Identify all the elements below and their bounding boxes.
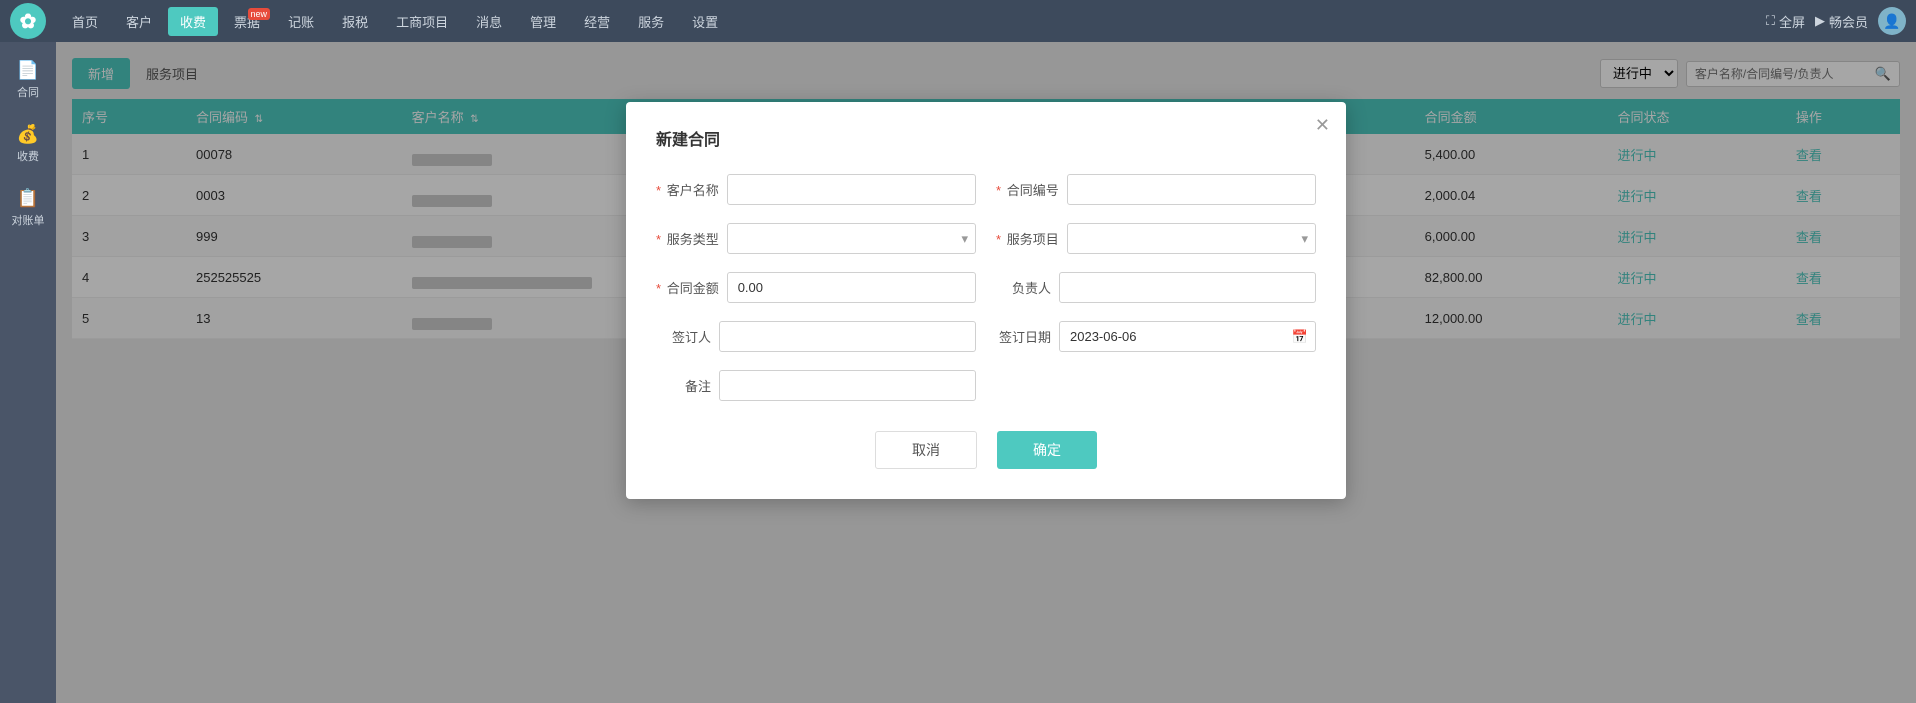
required-star-4: *: [996, 232, 1001, 247]
billing-icon: 💰: [17, 124, 39, 145]
service-item-label: * 服务项目: [996, 229, 1059, 248]
nav-operation[interactable]: 经营: [572, 7, 622, 36]
fullscreen-button[interactable]: ⛶ 全屏: [1766, 12, 1805, 31]
form-row-5: 备注: [656, 370, 1316, 401]
nav-settings[interactable]: 设置: [680, 7, 730, 36]
responsible-input[interactable]: [1059, 272, 1316, 303]
form-group-customer: * 客户名称: [656, 174, 976, 205]
form-group-signer: 签订人: [656, 321, 976, 352]
modal-footer: 取消 确定: [656, 431, 1316, 469]
confirm-button[interactable]: 确定: [997, 431, 1097, 469]
form-group-contract-no: * 合同编号: [996, 174, 1316, 205]
nav-service[interactable]: 服务: [626, 7, 676, 36]
required-star-2: *: [996, 183, 1001, 198]
nav-billing[interactable]: 收费: [168, 7, 218, 36]
service-item-select-wrapper: ▾: [1067, 223, 1316, 254]
form-group-remark: 备注: [656, 370, 976, 401]
signer-input[interactable]: [719, 321, 976, 352]
form-group-amount: * 合同金额: [656, 272, 976, 303]
content-area: 新增 服务项目 进行中 已完成 已终止 🔍 序号 合同: [56, 42, 1916, 703]
customer-label: * 客户名称: [656, 180, 719, 199]
service-type-label: * 服务类型: [656, 229, 719, 248]
member-icon: ▶: [1815, 13, 1825, 29]
modal-overlay: 新建合同 ✕ * 客户名称 * 合同编号: [56, 42, 1916, 703]
nav-manage[interactable]: 管理: [518, 7, 568, 36]
date-input-wrapper: 📅: [1059, 321, 1316, 352]
avatar[interactable]: 👤: [1878, 7, 1906, 35]
sidebar: 📄 合同 💰 收费 📋 对账单: [0, 42, 56, 703]
nav-home[interactable]: 首页: [60, 7, 110, 36]
service-type-select-wrapper: ▾: [727, 223, 976, 254]
nav-bookkeeping[interactable]: 记账: [276, 7, 326, 36]
sidebar-item-contract[interactable]: 📄 合同: [3, 52, 53, 108]
form-group-service-type: * 服务类型 ▾: [656, 223, 976, 254]
form-row-2: * 服务类型 ▾ * 服务项目: [656, 223, 1316, 254]
cancel-button[interactable]: 取消: [875, 431, 977, 469]
nav-message[interactable]: 消息: [464, 7, 514, 36]
amount-label: * 合同金额: [656, 278, 719, 297]
form-row-4: 签订人 签订日期 📅: [656, 321, 1316, 352]
nav-invoice[interactable]: 票据 new: [222, 7, 272, 36]
required-star-1: *: [656, 183, 661, 198]
statement-icon: 📋: [17, 188, 39, 209]
form-group-responsible: 负责人: [996, 272, 1316, 303]
top-nav: ✿ 首页 客户 收费 票据 new 记账 报税 工商项目 消息 管理 经营 服务…: [0, 0, 1916, 42]
contract-icon: 📄: [17, 60, 39, 81]
sidebar-item-billing[interactable]: 💰 收费: [3, 116, 53, 172]
service-type-select[interactable]: [727, 223, 976, 254]
logo[interactable]: ✿: [10, 3, 46, 39]
sign-date-input[interactable]: [1059, 321, 1316, 352]
new-badge: new: [248, 8, 271, 20]
nav-tax[interactable]: 报税: [330, 7, 380, 36]
form-group-service-item: * 服务项目 ▾: [996, 223, 1316, 254]
customer-name-input[interactable]: [727, 174, 976, 205]
signer-label: 签订人: [656, 327, 711, 346]
remark-input[interactable]: [719, 370, 976, 401]
form-row-3: * 合同金额 负责人: [656, 272, 1316, 303]
sign-date-label: 签订日期: [996, 327, 1051, 346]
fullscreen-icon: ⛶: [1766, 13, 1775, 29]
member-button[interactable]: ▶ 畅会员: [1815, 12, 1868, 31]
modal-close-button[interactable]: ✕: [1315, 116, 1330, 134]
remark-label: 备注: [656, 376, 711, 395]
amount-input[interactable]: [727, 272, 976, 303]
modal-title: 新建合同: [656, 126, 1316, 150]
form-group-sign-date: 签订日期 📅: [996, 321, 1316, 352]
top-nav-right: ⛶ 全屏 ▶ 畅会员 👤: [1766, 7, 1906, 35]
contract-no-label: * 合同编号: [996, 180, 1059, 199]
nav-items: 首页 客户 收费 票据 new 记账 报税 工商项目 消息 管理 经营 服务 设…: [60, 7, 730, 36]
required-star-3: *: [656, 232, 661, 247]
nav-business[interactable]: 工商项目: [384, 7, 460, 36]
main-area: 📄 合同 💰 收费 📋 对账单 新增 服务项目 进行中 已完成 已终止: [0, 42, 1916, 703]
required-star-5: *: [656, 281, 661, 296]
service-item-select[interactable]: [1067, 223, 1316, 254]
calendar-icon[interactable]: 📅: [1292, 329, 1308, 345]
nav-customer[interactable]: 客户: [114, 7, 164, 36]
avatar-icon: 👤: [1883, 13, 1900, 30]
contract-no-input[interactable]: [1067, 174, 1316, 205]
new-contract-modal: 新建合同 ✕ * 客户名称 * 合同编号: [626, 102, 1346, 499]
form-row-1: * 客户名称 * 合同编号: [656, 174, 1316, 205]
responsible-label: 负责人: [996, 278, 1051, 297]
sidebar-item-statement[interactable]: 📋 对账单: [3, 180, 53, 236]
